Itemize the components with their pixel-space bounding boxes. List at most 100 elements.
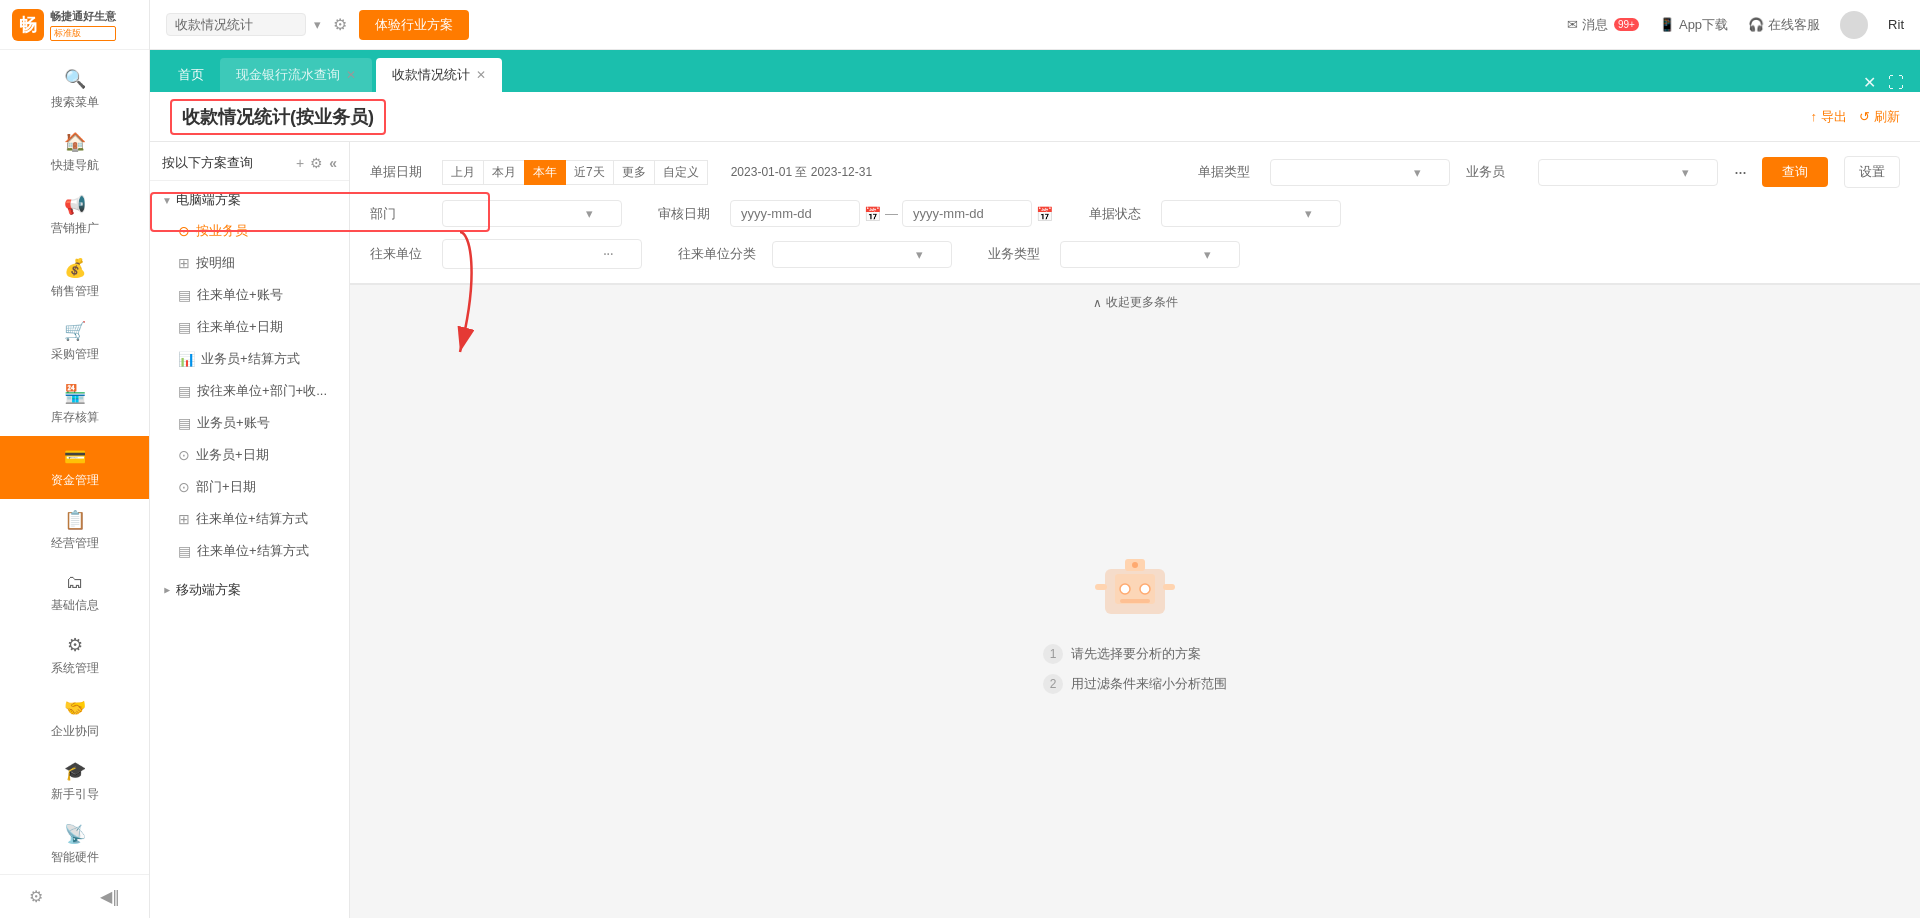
voucher-status-select[interactable]: ▾	[1161, 200, 1341, 227]
operations-icon: 📋	[64, 509, 86, 531]
scheme-group-title-pc[interactable]: ▼ 电脑端方案	[150, 185, 349, 215]
logo-text: 畅捷通好生意	[50, 9, 116, 24]
tab-collection-stats[interactable]: 收款情况统计 ✕	[376, 58, 502, 92]
date-tab-this-year[interactable]: 本年	[524, 160, 566, 185]
scheme-item-salesperson-account[interactable]: ▤ 业务员+账号	[150, 407, 349, 439]
tab-close-icon[interactable]: ✕	[346, 68, 356, 82]
sidebar-item-label: 新手引导	[51, 786, 99, 803]
sidebar-item-sales[interactable]: 💰 销售管理	[0, 247, 149, 310]
date-tab-this-month[interactable]: 本月	[483, 160, 525, 185]
more-options-dots[interactable]: ···	[1734, 162, 1746, 183]
scheme-item-icon: ▤	[178, 287, 191, 303]
date-tab-custom[interactable]: 自定义	[654, 160, 708, 185]
user-avatar[interactable]	[1840, 11, 1868, 39]
gear-icon[interactable]: ⚙	[333, 15, 347, 34]
calendar-icon[interactable]: 📅	[1036, 206, 1053, 222]
message-badge: 99+	[1614, 18, 1639, 31]
sidebar-item-system[interactable]: ⚙ 系统管理	[0, 624, 149, 687]
left-panel-header: 按以下方案查询 + ⚙ «	[150, 142, 349, 181]
settings-footer-icon[interactable]: ⚙	[29, 887, 43, 906]
scheme-item-salesperson-date[interactable]: ⊙ 业务员+日期	[150, 439, 349, 471]
collapse-footer-icon[interactable]: ◀‖	[100, 887, 120, 906]
review-date-start[interactable]	[730, 200, 860, 227]
hint-text-1: 请先选择要分析的方案	[1071, 645, 1201, 663]
filter-row-2: 部门 ▾ 审核日期 📅 — 📅	[370, 200, 1900, 227]
hint-number-1: 1	[1043, 644, 1063, 664]
tab-close-icon[interactable]: ✕	[476, 68, 486, 82]
date-tab-7days[interactable]: 近7天	[565, 160, 614, 185]
date-tab-last-month[interactable]: 上月	[442, 160, 484, 185]
scheme-item-salesperson-settlement[interactable]: 📊 业务员+结算方式	[150, 343, 349, 375]
message-btn[interactable]: ✉ 消息 99+	[1567, 16, 1639, 34]
tab-cash-flow[interactable]: 现金银行流水查询 ✕	[220, 58, 372, 92]
breadcrumb-input[interactable]	[166, 13, 306, 36]
scheme-item-detail[interactable]: ⊞ 按明细	[150, 247, 349, 279]
date-range-display: 2023-01-01 至 2023-12-31	[731, 164, 872, 181]
collapse-bar[interactable]: ∧ 收起更多条件	[350, 284, 1920, 320]
review-date-end[interactable]	[902, 200, 1032, 227]
partner-category-label: 往来单位分类	[678, 245, 756, 263]
calendar-icon[interactable]: 📅	[864, 206, 881, 222]
sidebar-item-marketing[interactable]: 📢 营销推广	[0, 184, 149, 247]
collapse-panel-icon[interactable]: «	[329, 155, 337, 171]
maximize-window-icon[interactable]: ⛶	[1888, 74, 1904, 92]
sidebar-item-hardware[interactable]: 📡 智能硬件	[0, 813, 149, 874]
sidebar-item-collab[interactable]: 🤝 企业协同	[0, 687, 149, 750]
scheme-item-icon: ▤	[178, 415, 191, 431]
scheme-item-partner-dept[interactable]: ▤ 按往来单位+部门+收...	[150, 375, 349, 407]
salesperson-select[interactable]: ▾	[1538, 159, 1718, 186]
sidebar-item-inventory[interactable]: 🏪 库存核算	[0, 373, 149, 436]
sidebar-item-label: 经营管理	[51, 535, 99, 552]
sidebar-item-guide[interactable]: 🎓 新手引导	[0, 750, 149, 813]
add-scheme-icon[interactable]: +	[296, 155, 304, 171]
empty-hints: 1 请先选择要分析的方案 2 用过滤条件来缩小分析范围	[1043, 644, 1227, 694]
filter-area: 单据日期 上月 本月 本年 近7天 更多 自定义 2023-01-01 至 20…	[350, 142, 1920, 284]
tab-label: 现金银行流水查询	[236, 66, 340, 84]
sidebar-item-finance[interactable]: 💳 资金管理	[0, 436, 149, 499]
close-window-icon[interactable]: ✕	[1863, 73, 1876, 92]
partner-select[interactable]: ···	[442, 239, 642, 269]
partner-more-icon[interactable]: ···	[603, 245, 613, 263]
settings-button[interactable]: 设置	[1844, 156, 1900, 188]
right-panel: 单据日期 上月 本月 本年 近7天 更多 自定义 2023-01-01 至 20…	[350, 142, 1920, 918]
trial-button[interactable]: 体验行业方案	[359, 10, 469, 40]
sidebar-item-basic-info[interactable]: 🗂 基础信息	[0, 562, 149, 624]
chevron-down-icon[interactable]: ▾	[314, 17, 321, 32]
basic-info-icon: 🗂	[66, 572, 84, 593]
sidebar: 畅 畅捷通好生意 标准版 🔍 搜索菜单 🏠 快捷导航 📢 营销推广 💰 销售管理	[0, 0, 150, 918]
page-title: 收款情况统计(按业务员)	[170, 99, 386, 135]
export-button[interactable]: ↑ 导出	[1811, 108, 1848, 126]
voucher-type-select[interactable]: ▾	[1270, 159, 1450, 186]
logo-icon: 畅	[12, 9, 44, 41]
online-service-btn[interactable]: 🎧 在线客服	[1748, 16, 1820, 34]
chevron-down-icon: ▾	[1414, 165, 1421, 180]
scheme-item-partner-settlement2[interactable]: ▤ 往来单位+结算方式	[150, 535, 349, 567]
date-tab-more[interactable]: 更多	[613, 160, 655, 185]
refresh-button[interactable]: ↺ 刷新	[1859, 108, 1900, 126]
sidebar-item-search[interactable]: 🔍 搜索菜单	[0, 58, 149, 121]
dept-select[interactable]: ▾	[442, 200, 622, 227]
empty-hint-2: 2 用过滤条件来缩小分析范围	[1043, 674, 1227, 694]
scheme-item-by-salesperson[interactable]: ⊙ 按业务员	[150, 215, 349, 247]
scheme-item-dept-date[interactable]: ⊙ 部门+日期	[150, 471, 349, 503]
tab-label: 收款情况统计	[392, 66, 470, 84]
tab-home[interactable]: 首页	[166, 58, 216, 92]
voucher-type-label: 单据类型	[1198, 163, 1254, 181]
settings-scheme-icon[interactable]: ⚙	[310, 155, 323, 171]
sidebar-item-operations[interactable]: 📋 经营管理	[0, 499, 149, 562]
scheme-item-partner-date[interactable]: ▤ 往来单位+日期	[150, 311, 349, 343]
partner-category-select[interactable]: ▾	[772, 241, 952, 268]
sidebar-item-quick-nav[interactable]: 🏠 快捷导航	[0, 121, 149, 184]
app-download-btn[interactable]: 📱 App下载	[1659, 16, 1728, 34]
business-type-select[interactable]: ▾	[1060, 241, 1240, 268]
svg-rect-8	[1163, 584, 1175, 590]
scheme-item-label: 业务员+账号	[197, 414, 270, 432]
scheme-group-title-mobile[interactable]: ▼ 移动端方案	[150, 575, 349, 605]
sidebar-item-purchase[interactable]: 🛒 采购管理	[0, 310, 149, 373]
date-label: 单据日期	[370, 163, 426, 181]
query-button[interactable]: 查询	[1762, 157, 1828, 187]
business-type-label: 业务类型	[988, 245, 1044, 263]
scheme-item-partner-settlement1[interactable]: ⊞ 往来单位+结算方式	[150, 503, 349, 535]
sidebar-item-label: 基础信息	[51, 597, 99, 614]
scheme-item-partner-account[interactable]: ▤ 往来单位+账号	[150, 279, 349, 311]
